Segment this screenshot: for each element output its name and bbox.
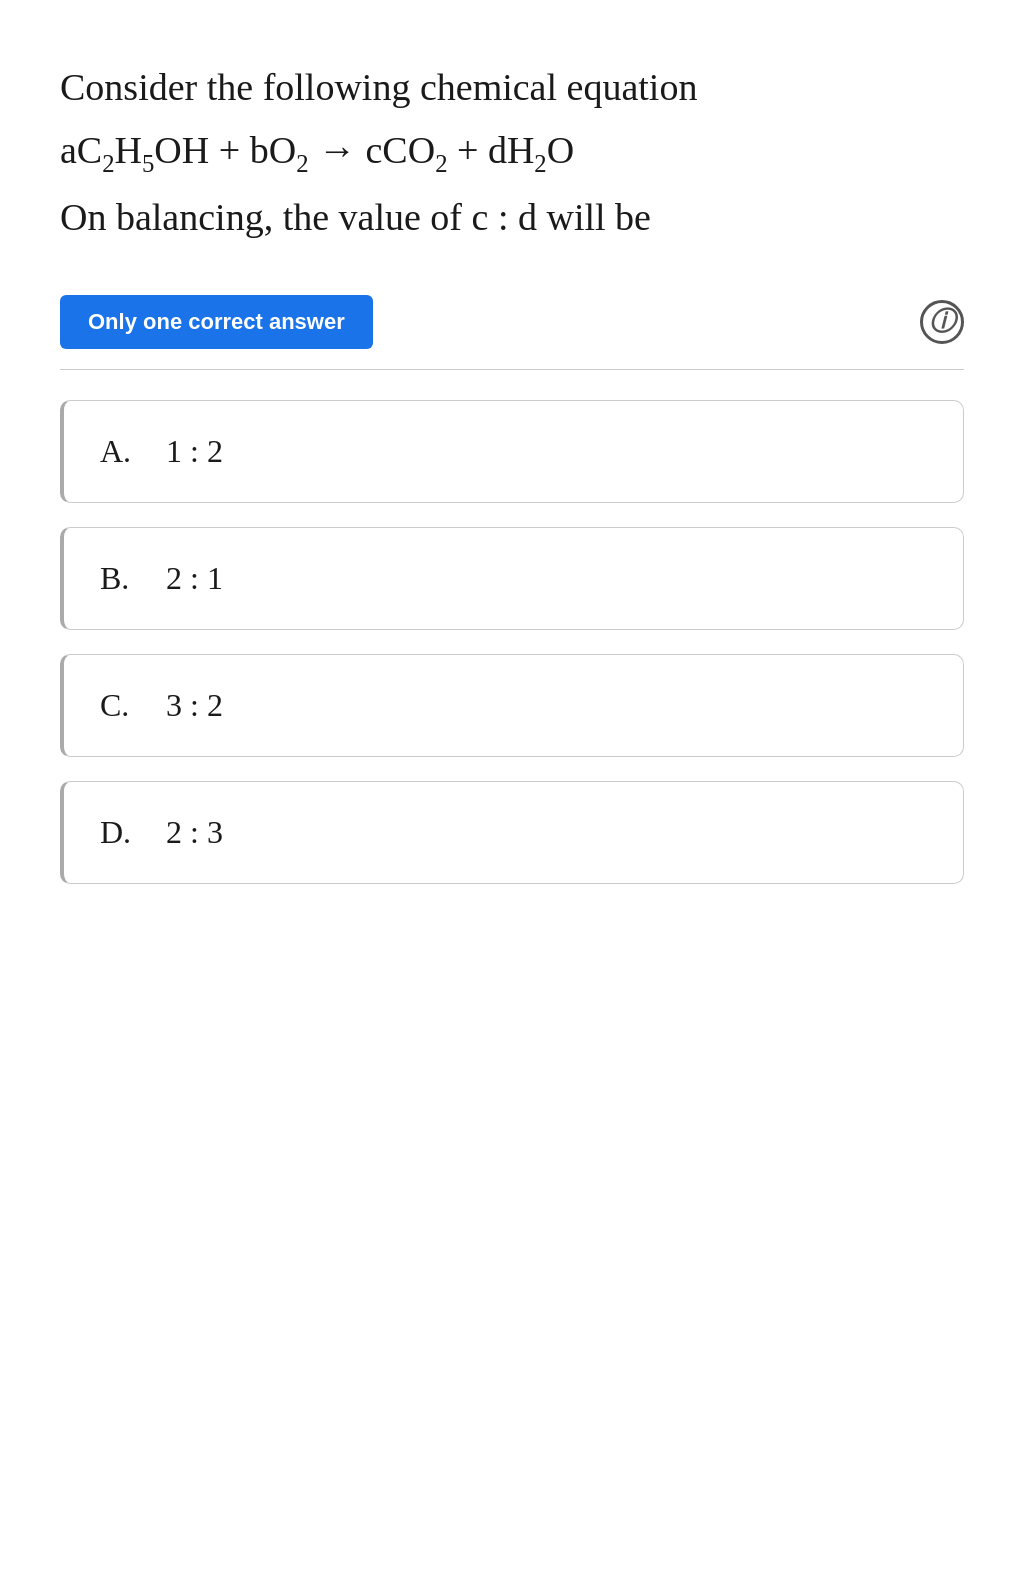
chemical-equation: aC2H5OH + bO2 → cCO2 + dH2O [60,123,964,181]
option-a[interactable]: A. 1 : 2 [60,400,964,503]
question-intro: Consider the following chemical equation [60,60,964,115]
option-b[interactable]: B. 2 : 1 [60,527,964,630]
option-d-label: D. [100,814,136,851]
option-c-label: C. [100,687,136,724]
option-b-label: B. [100,560,136,597]
question-on-line: On balancing, the value of c : d will be [60,190,964,245]
option-d-value: 2 : 3 [166,814,223,851]
option-b-value: 2 : 1 [166,560,223,597]
info-icon[interactable]: ⓘ [920,300,964,344]
option-c[interactable]: C. 3 : 2 [60,654,964,757]
option-a-label: A. [100,433,136,470]
option-a-value: 1 : 2 [166,433,223,470]
option-c-value: 3 : 2 [166,687,223,724]
option-d[interactable]: D. 2 : 3 [60,781,964,884]
answer-type-row: Only one correct answer ⓘ [60,295,964,349]
options-list: A. 1 : 2 B. 2 : 1 C. 3 : 2 D. 2 : 3 [60,400,964,884]
only-one-correct-button[interactable]: Only one correct answer [60,295,373,349]
question-section: Consider the following chemical equation… [60,60,964,245]
divider [60,369,964,370]
